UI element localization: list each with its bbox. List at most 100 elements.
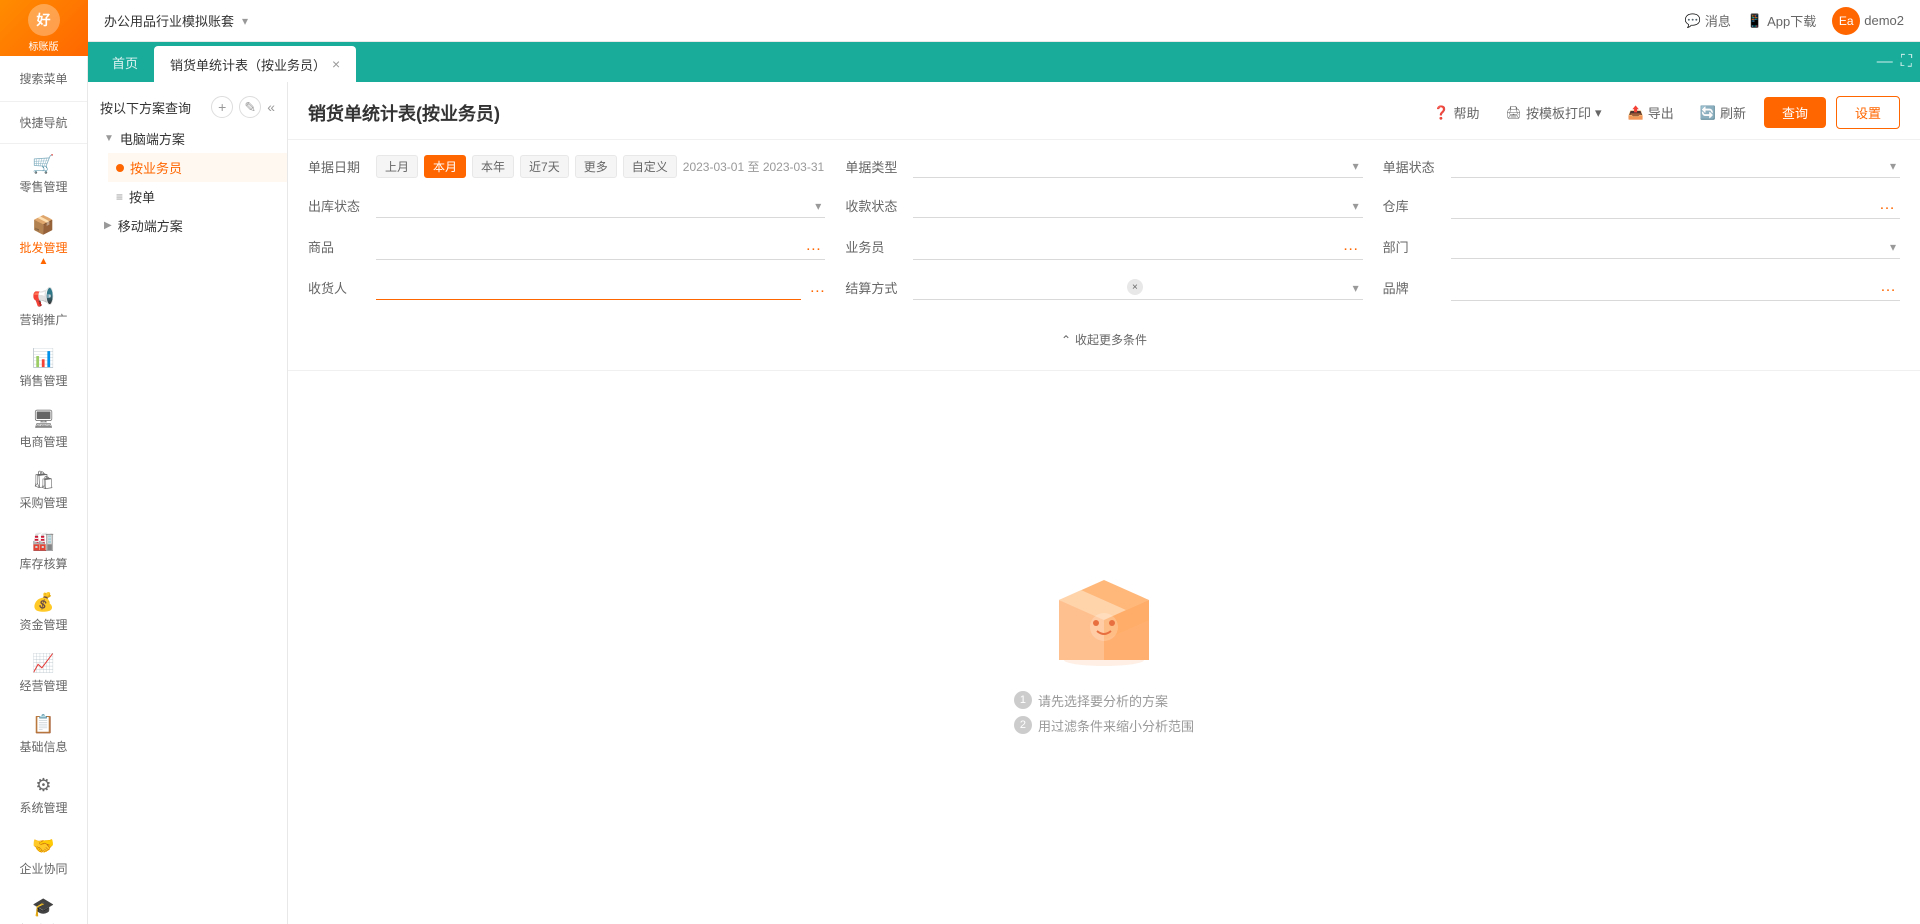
message-btn[interactable]: 💬 消息	[1685, 11, 1731, 30]
panel-add-btn[interactable]: +	[211, 96, 233, 118]
paymentstatus-select[interactable]	[913, 194, 1362, 218]
tab-close-btn[interactable]: ×	[332, 56, 340, 72]
paymentstatus-chevron	[1353, 198, 1359, 213]
left-panel: 按以下方案查询 + ✎ « ▼ 电脑端方案 按业务员 ≡	[88, 82, 288, 924]
panel-edit-btn[interactable]: ✎	[239, 96, 261, 118]
topbar-left: 办公用品行业模拟账套 ▾	[104, 11, 248, 30]
settlement-select[interactable]: ×	[913, 275, 1362, 300]
system-icon: ⚙	[35, 775, 51, 796]
sidebar-logo[interactable]: 好 标账版	[0, 0, 88, 56]
collapse-filter-btn[interactable]: ⌃ 收起更多条件	[1053, 323, 1155, 356]
tab-home[interactable]: 首页	[96, 42, 154, 82]
purchase-label: 采购管理	[19, 494, 67, 511]
finance-label: 资金管理	[19, 616, 67, 633]
salesperson-select[interactable]: …	[913, 233, 1362, 260]
stockstatus-select[interactable]	[376, 194, 825, 218]
main-area: 办公用品行业模拟账套 ▾ 💬 消息 📱 App下载 Ea demo2 首页 销货…	[88, 0, 1920, 924]
date-more-btn[interactable]: 更多	[575, 155, 617, 178]
filter-item-brand: 品牌 …	[1383, 274, 1900, 301]
sidebar-item-finance[interactable]: 💰 资金管理	[0, 582, 87, 643]
ecommerce-label: 电商管理	[19, 433, 67, 450]
filter-collapse-row: ⌃ 收起更多条件	[308, 315, 1900, 356]
tab-minimize-btn[interactable]: —	[1877, 53, 1893, 71]
quick-nav-label[interactable]: 快捷导航	[0, 108, 87, 137]
topbar-dropdown-icon[interactable]: ▾	[242, 14, 248, 28]
collapse-label: 收起更多条件	[1075, 331, 1147, 348]
sidebar-item-basic[interactable]: 📋 基础信息	[0, 704, 87, 765]
settlement-chevron	[1353, 280, 1359, 295]
sidebar-item-wholesale[interactable]: 📦 批发管理 ▲	[0, 205, 87, 277]
page-header-actions: ❓ 帮助 🖨 按模板打印 ▾ 📤 导出 🔄 刷新	[1425, 96, 1900, 129]
settlement-label: 结算方式	[845, 278, 905, 297]
sidebar-item-enterprise[interactable]: 🤝 企业协同	[0, 826, 87, 887]
sidebar-item-operations[interactable]: 📈 经营管理	[0, 643, 87, 704]
refresh-btn[interactable]: 🔄 刷新	[1692, 99, 1754, 126]
tree-sub-item-salesperson[interactable]: 按业务员	[108, 153, 287, 182]
warehouse-select[interactable]: …	[1451, 192, 1900, 219]
print-label: 按模板打印	[1526, 103, 1591, 122]
sales-label: 销售管理	[19, 372, 67, 389]
newbie-icon: 🎓	[32, 897, 54, 918]
sidebar-item-sales[interactable]: 📊 销售管理	[0, 338, 87, 399]
tree-item-mobile[interactable]: ▶ 移动端方案	[88, 211, 287, 240]
enterprise-label: 企业协同	[19, 860, 67, 877]
print-btn[interactable]: 🖨 按模板打印 ▾	[1498, 99, 1610, 126]
date-recent7-btn[interactable]: 近7天	[520, 155, 569, 178]
tree-item-desktop[interactable]: ▼ 电脑端方案	[88, 124, 287, 153]
tree-dot-salesperson	[116, 164, 124, 172]
tab-active-salesreport[interactable]: 销货单统计表（按业务员） ×	[154, 46, 356, 82]
app-download-label: App下载	[1767, 11, 1816, 30]
help-btn[interactable]: ❓ 帮助	[1425, 99, 1487, 126]
user-avatar: Ea	[1832, 7, 1860, 35]
receiver-input[interactable]	[376, 276, 801, 300]
panel-actions: + ✎ «	[211, 96, 275, 118]
department-select[interactable]	[1451, 235, 1900, 259]
search-menu-label[interactable]: 搜索菜单	[0, 64, 87, 93]
filter-item-doctype: 单据类型	[845, 154, 1362, 178]
sidebar-quick-nav[interactable]: 快捷导航	[0, 102, 87, 144]
filter-item-stockstatus: 出库状态	[308, 194, 825, 218]
sidebar-search[interactable]: 搜索菜单	[0, 56, 87, 102]
date-range-text: 2023-03-01 至 2023-03-31	[683, 158, 824, 175]
export-btn[interactable]: 📤 导出	[1620, 99, 1682, 126]
enterprise-icon: 🤝	[32, 836, 54, 857]
date-this-month-btn[interactable]: 本月	[424, 155, 466, 178]
tree-sub-order-icon: ≡	[116, 190, 123, 204]
tree-arrow-desktop: ▼	[104, 133, 114, 144]
marketing-label: 营销推广	[19, 311, 67, 328]
docstatus-select[interactable]	[1451, 154, 1900, 178]
print-dropdown-icon: ▾	[1595, 105, 1602, 121]
content-area: 按以下方案查询 + ✎ « ▼ 电脑端方案 按业务员 ≡	[88, 82, 1920, 924]
tree-item-desktop-label: 电脑端方案	[120, 129, 185, 148]
app-download-btn[interactable]: 📱 App下载	[1747, 11, 1816, 30]
wholesale-label: 批发管理	[19, 239, 67, 256]
user-menu[interactable]: Ea demo2	[1832, 7, 1904, 35]
logo-subtext: 标账版	[29, 38, 59, 53]
sidebar-item-retail[interactable]: 🛒 零售管理	[0, 144, 87, 205]
username-label: demo2	[1864, 13, 1904, 28]
brand-select[interactable]: …	[1451, 274, 1900, 301]
sidebar-item-inventory[interactable]: 🏭 库存核算	[0, 521, 87, 582]
empty-illustration	[1034, 555, 1174, 675]
panel-collapse-btn[interactable]: «	[267, 99, 275, 115]
brand-dots: …	[1880, 278, 1896, 296]
date-label: 单据日期	[308, 157, 368, 176]
date-last-month-btn[interactable]: 上月	[376, 155, 418, 178]
sidebar-item-system[interactable]: ⚙ 系统管理	[0, 765, 87, 826]
date-this-year-btn[interactable]: 本年	[472, 155, 514, 178]
tree-sub-desktop: 按业务员 ≡ 按单	[88, 153, 287, 211]
query-btn[interactable]: 查询	[1764, 97, 1826, 128]
sidebar-item-marketing[interactable]: 📢 营销推广	[0, 277, 87, 338]
tree-sub-item-order[interactable]: ≡ 按单	[108, 182, 287, 211]
marketing-icon: 📢	[32, 287, 54, 308]
tab-maximize-btn[interactable]: ⛶	[1901, 53, 1912, 71]
product-select[interactable]: …	[376, 233, 825, 260]
settlement-clear-btn[interactable]: ×	[1127, 279, 1143, 295]
sidebar-item-ecommerce[interactable]: 🖥 电商管理	[0, 399, 87, 460]
doctype-select[interactable]	[913, 154, 1362, 178]
settings-btn[interactable]: 设置	[1836, 96, 1900, 129]
page-title: 销货单统计表(按业务员)	[308, 100, 500, 126]
sidebar-item-newbie[interactable]: 🎓 新手引导	[0, 887, 87, 924]
sidebar-item-purchase[interactable]: 🛍 采购管理	[0, 460, 87, 521]
date-custom-btn[interactable]: 自定义	[623, 155, 677, 178]
